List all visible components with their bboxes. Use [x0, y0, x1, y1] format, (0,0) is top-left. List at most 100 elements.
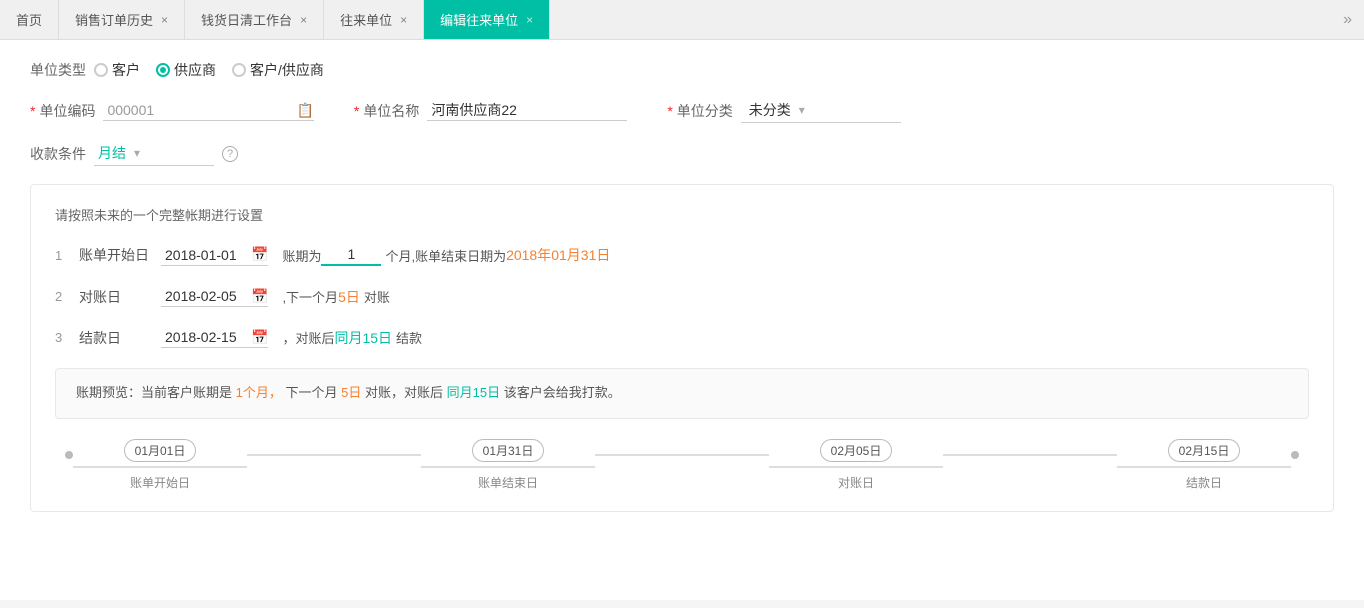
- radio-customer[interactable]: 客户: [94, 60, 140, 80]
- t-badge-2: 01月31日: [472, 439, 545, 462]
- required-star-category: *: [667, 103, 672, 119]
- reconcile-date-cal-icon[interactable]: 📅: [251, 288, 268, 305]
- reconcile-date-label: 对账日: [79, 287, 149, 307]
- t-label-1: 账单开始日: [130, 474, 190, 491]
- unit-category-select[interactable]: 未分类 ▾: [741, 98, 901, 123]
- timeline-line-1: [247, 454, 421, 456]
- unit-info-row: * 单位编码 📋 * 单位名称 * 单位分类 未分类 ▾: [30, 98, 1334, 123]
- reconcile-date-input[interactable]: [161, 286, 251, 306]
- t-node-2-label: 账单结束日: [478, 468, 538, 491]
- timeline-line-3: [943, 454, 1117, 456]
- payment-terms-row: 收款条件 月结 ▾ ?: [30, 141, 1334, 166]
- preview-reconcile-day: 5日: [341, 385, 361, 400]
- row-num-3: 3: [55, 330, 79, 345]
- preview-months: 1个月，: [236, 385, 282, 400]
- start-date-cal-icon[interactable]: 📅: [251, 246, 268, 263]
- payment-terms-label: 收款条件: [30, 144, 86, 164]
- panel-row-3: 3 结款日 📅 ，对账后 同月15日 结款: [55, 327, 1309, 348]
- preview-label: 账期预览：当前客户账期是: [76, 385, 232, 400]
- t-label-2: 账单结束日: [478, 474, 538, 491]
- t-label-4: 结款日: [1186, 474, 1222, 491]
- t-node-4: 02月15日: [1168, 439, 1241, 466]
- payment-suffix-2: 结款: [396, 328, 422, 347]
- preview-payment-day: 同月15日: [447, 385, 500, 400]
- main-content: 单位类型 客户 供应商 客户/供应商 * 单位编码: [0, 40, 1364, 600]
- timeline-node-1: 01月01日 账单开始日: [73, 439, 247, 491]
- panel-row-2: 2 对账日 📅 ,下一个月 5日 对账: [55, 286, 1309, 307]
- radio-both[interactable]: 客户/供应商: [232, 60, 324, 80]
- unit-type-label: 单位类型: [30, 60, 86, 80]
- unit-name-group: * 单位名称: [354, 100, 627, 121]
- unit-category-arrow-icon: ▾: [799, 103, 805, 117]
- t-label-3: 对账日: [838, 474, 874, 491]
- period-end-date: 2018年01月31日: [506, 245, 610, 265]
- radio-supplier[interactable]: 供应商: [156, 60, 216, 80]
- timeline-node-2: 01月31日 账单结束日: [421, 439, 595, 491]
- preview-reconcile-suffix: 对账，对账后: [365, 385, 443, 400]
- reconcile-suffix-1: ,下一个月: [282, 287, 338, 306]
- tabs-bar: 首页 销售订单历史 × 钱货日清工作台 × 往来单位 × 编辑往来单位 × »: [0, 0, 1364, 40]
- unit-code-group: * 单位编码 📋: [30, 100, 314, 121]
- period-suffix-before: 账期为: [282, 246, 321, 265]
- radio-circle-supplier: [156, 63, 170, 77]
- t-badge-1: 01月01日: [124, 439, 197, 462]
- tab-home[interactable]: 首页: [0, 0, 59, 39]
- close-tab-partners[interactable]: ×: [400, 13, 407, 27]
- reconcile-suffix-2: 对账: [364, 287, 390, 306]
- close-tab-cashflow[interactable]: ×: [300, 13, 307, 27]
- unit-name-input[interactable]: [427, 100, 627, 121]
- preview-bar: 账期预览：当前客户账期是 1个月， 下一个月 5日 对账，对账后 同月15日 该…: [55, 368, 1309, 419]
- settings-panel: 请按照未来的一个完整帐期进行设置 1 账单开始日 📅 账期为 个月,账单结束日期…: [30, 184, 1334, 512]
- timeline-right-dot: [1291, 451, 1299, 459]
- unit-code-calendar-icon[interactable]: 📋: [296, 102, 313, 119]
- close-tab-edit-partner[interactable]: ×: [526, 13, 533, 27]
- radio-circle-customer: [94, 63, 108, 77]
- timeline-line-2: [595, 454, 769, 456]
- unit-code-label: 单位编码: [39, 101, 95, 121]
- tab-edit-partner[interactable]: 编辑往来单位 ×: [424, 0, 550, 39]
- t-node-4-label: 结款日: [1186, 468, 1222, 491]
- panel-row-1: 1 账单开始日 📅 账期为 个月,账单结束日期为 2018年01月31日: [55, 244, 1309, 266]
- payment-date-input[interactable]: [161, 327, 251, 347]
- start-date-input-wrap: 📅: [161, 245, 268, 266]
- reconcile-date-input-wrap: 📅: [161, 286, 268, 307]
- expand-tabs-icon[interactable]: »: [1331, 11, 1364, 29]
- timeline-left-dot: [65, 451, 73, 459]
- period-suffix-after: 个月,账单结束日期为: [385, 246, 506, 265]
- period-value-input[interactable]: [321, 244, 381, 266]
- payment-suffix-1: ，对账后: [282, 328, 334, 347]
- unit-category-value: 未分类: [749, 100, 791, 120]
- timeline-node-3: 02月05日 对账日: [769, 439, 943, 491]
- panel-description: 请按照未来的一个完整帐期进行设置: [55, 205, 1309, 224]
- start-date-label: 账单开始日: [79, 245, 149, 265]
- preview-payment-suffix: 该客户会给我打款。: [504, 385, 621, 400]
- required-star-name: *: [354, 103, 359, 119]
- preview-reconcile-prefix: 下一个月: [286, 385, 338, 400]
- reconcile-day-highlight: 5日: [338, 287, 360, 307]
- t-node-1: 01月01日: [124, 439, 197, 466]
- tab-cashflow[interactable]: 钱货日清工作台 ×: [185, 0, 324, 39]
- tab-partners[interactable]: 往来单位 ×: [324, 0, 424, 39]
- radio-label-customer: 客户: [112, 60, 140, 80]
- unit-code-input[interactable]: [103, 100, 292, 120]
- close-tab-sales[interactable]: ×: [161, 13, 168, 27]
- t-node-3: 02月05日: [820, 439, 893, 466]
- timeline-section: 01月01日 账单开始日 01月31日 账单结束日: [55, 439, 1309, 491]
- tab-sales-history[interactable]: 销售订单历史 ×: [59, 0, 185, 39]
- unit-code-input-wrap: 📋: [103, 100, 313, 121]
- t-node-2: 01月31日: [472, 439, 545, 466]
- radio-circle-both: [232, 63, 246, 77]
- t-badge-4: 02月15日: [1168, 439, 1241, 462]
- unit-category-group: * 单位分类 未分类 ▾: [667, 98, 900, 123]
- start-date-input[interactable]: [161, 245, 251, 265]
- payment-date-cal-icon[interactable]: 📅: [251, 329, 268, 346]
- unit-category-label: 单位分类: [677, 101, 733, 121]
- t-badge-3: 02月05日: [820, 439, 893, 462]
- payment-terms-help-icon[interactable]: ?: [222, 146, 238, 162]
- payment-terms-value: 月结: [98, 143, 126, 163]
- unit-type-row: 单位类型 客户 供应商 客户/供应商: [30, 60, 1334, 80]
- unit-type-group: 单位类型 客户 供应商 客户/供应商: [30, 60, 324, 80]
- required-star-code: *: [30, 103, 35, 119]
- payment-terms-select[interactable]: 月结 ▾: [94, 141, 214, 166]
- radio-label-both: 客户/供应商: [250, 60, 324, 80]
